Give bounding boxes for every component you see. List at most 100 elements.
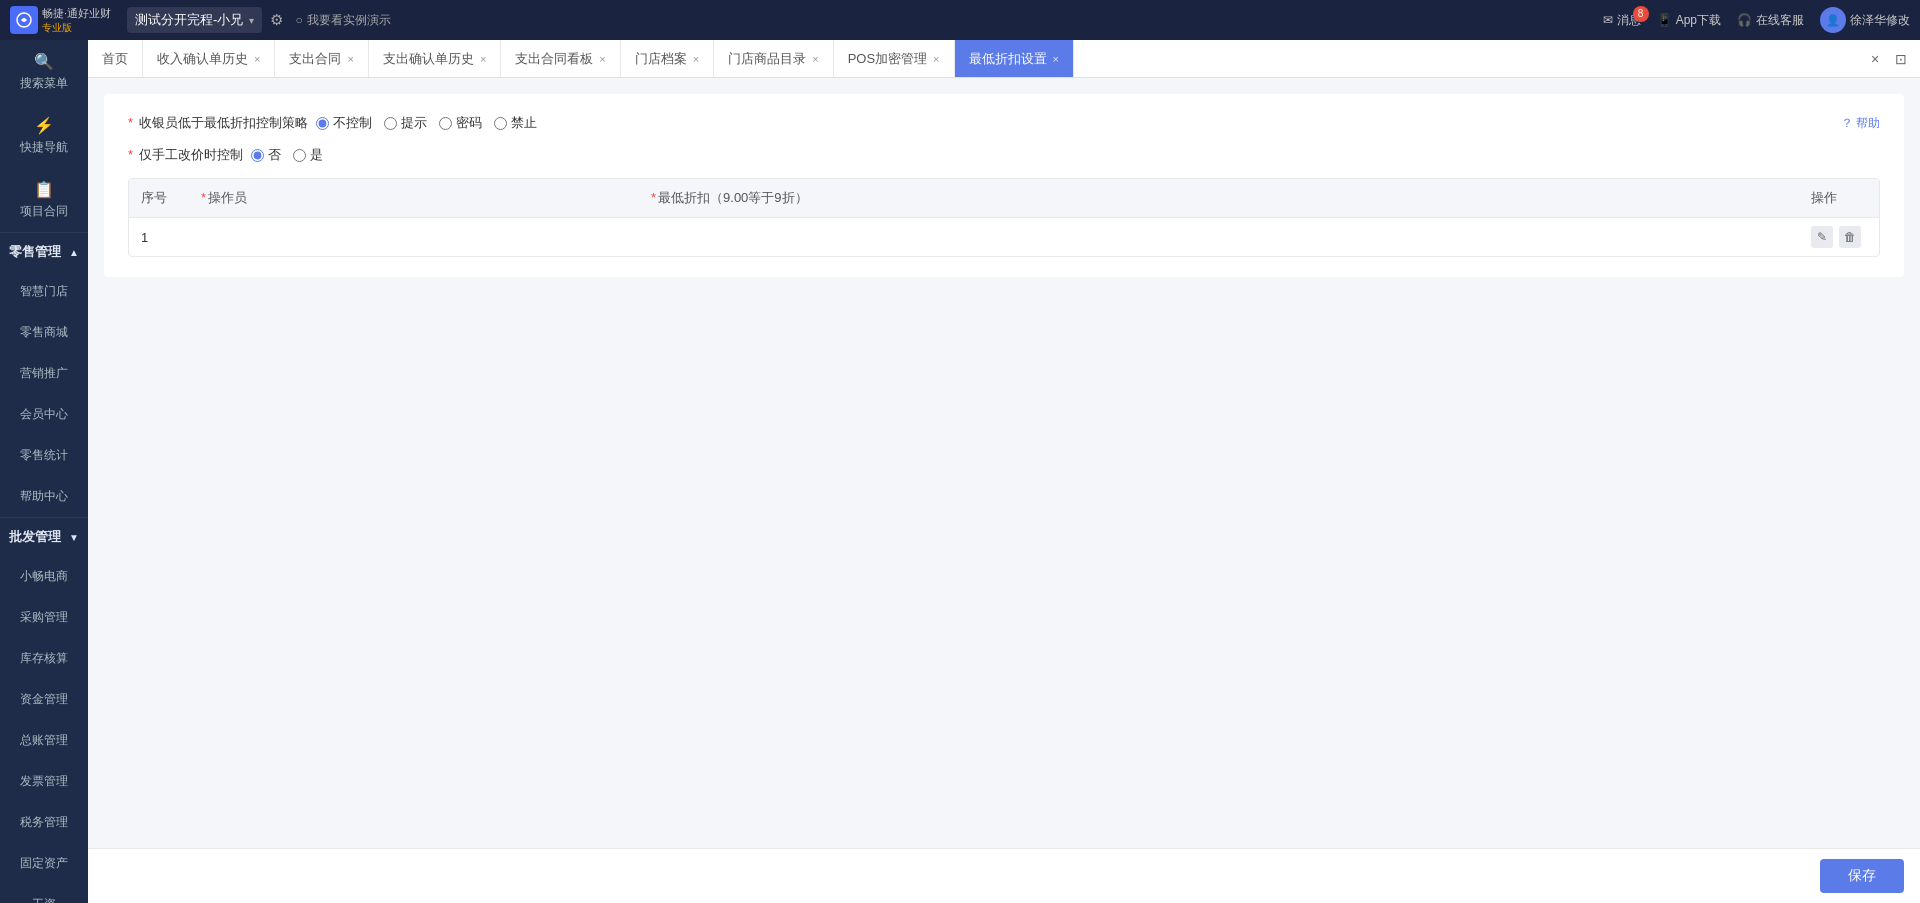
sidebar-label-finance: 资金管理 (20, 691, 68, 708)
sidebar-item-smart-store[interactable]: 智慧门店 (0, 271, 88, 312)
sidebar-item-shortcut[interactable]: ⚡ 快捷导航 (0, 104, 88, 168)
radio-manual-no[interactable]: 否 (251, 146, 281, 164)
sidebar-label-retail-stats: 零售统计 (20, 447, 68, 464)
radio-forbid[interactable]: 禁止 (494, 114, 537, 132)
tab-label-home: 首页 (102, 50, 128, 68)
col-min-discount: *最低折扣（9.00等于9折） (639, 179, 1799, 218)
chevron-down-icon: ▾ (249, 15, 254, 26)
sidebar-item-retail[interactable]: 零售管理 ▲ (0, 232, 88, 271)
sidebar-item-help[interactable]: 帮助中心 (0, 476, 88, 517)
demo-icon: ○ (295, 13, 302, 27)
user-name: 徐泽华修改 (1850, 12, 1910, 29)
tab-expand-button[interactable]: ⊡ (1890, 48, 1912, 70)
tab-pos-password[interactable]: POS加密管理 × (834, 40, 955, 78)
tab-close-min-discount[interactable]: × (1053, 53, 1059, 65)
tab-close-payment-contract[interactable]: × (347, 53, 353, 65)
page-footer: 保存 (88, 848, 1920, 903)
sidebar: 🔍 搜索菜单 ⚡ 快捷导航 📋 项目合同 零售管理 ▲ 智慧门店 零售商城 营销… (0, 40, 88, 903)
edit-button[interactable]: ✎ (1811, 226, 1833, 248)
sidebar-label-tax: 税务管理 (20, 814, 68, 831)
sidebar-item-invoice[interactable]: 发票管理 (0, 761, 88, 802)
tab-close-payment-contract-board[interactable]: × (599, 53, 605, 65)
radio-no-control[interactable]: 不控制 (316, 114, 372, 132)
tab-close-income-history[interactable]: × (254, 53, 260, 65)
tab-close-store-file[interactable]: × (693, 53, 699, 65)
sidebar-label-marketing: 营销推广 (20, 365, 68, 382)
sidebar-item-purchase[interactable]: 采购管理 (0, 597, 88, 638)
sidebar-item-ledger[interactable]: 总账管理 (0, 720, 88, 761)
online-service-button[interactable]: 🎧 在线客服 (1737, 12, 1804, 29)
tab-close-payment-confirm-history[interactable]: × (480, 53, 486, 65)
app-download-button[interactable]: 📱 App下载 (1657, 12, 1721, 29)
user-profile-button[interactable]: 👤 徐泽华修改 (1820, 7, 1910, 33)
required-marker-2: * (128, 147, 133, 162)
sidebar-item-retail-stats[interactable]: 零售统计 (0, 435, 88, 476)
delete-button[interactable]: 🗑 (1839, 226, 1861, 248)
tab-payment-contract-board[interactable]: 支出合同看板 × (501, 40, 620, 78)
radio-password[interactable]: 密码 (439, 114, 482, 132)
manual-price-label: * 仅手工改价时控制 (128, 146, 243, 164)
sidebar-label-assets: 固定资产 (20, 855, 68, 872)
save-button[interactable]: 保存 (1820, 859, 1904, 893)
tab-home[interactable]: 首页 (88, 40, 143, 78)
main-layout: 🔍 搜索菜单 ⚡ 快捷导航 📋 项目合同 零售管理 ▲ 智慧门店 零售商城 营销… (0, 40, 1920, 903)
sidebar-item-payroll[interactable]: 工资 (0, 884, 88, 903)
content-area: 首页 收入确认单历史 × 支出合同 × 支出确认单历史 × 支出合同看板 × 门… (88, 40, 1920, 903)
sidebar-item-retail-mall[interactable]: 零售商城 (0, 312, 88, 353)
tab-store-products[interactable]: 门店商品目录 × (714, 40, 833, 78)
shortcut-icon: ⚡ (34, 116, 54, 135)
tab-label-min-discount: 最低折扣设置 (969, 50, 1047, 68)
sidebar-item-assets[interactable]: 固定资产 (0, 843, 88, 884)
tab-label-store-file: 门店档案 (635, 50, 687, 68)
sidebar-label-shortcut: 快捷导航 (20, 139, 68, 156)
tab-label-store-products: 门店商品目录 (728, 50, 806, 68)
project-selector[interactable]: 测试分开完程-小兄 ▾ (127, 7, 262, 33)
tab-controls: × ⊡ (1856, 48, 1920, 70)
tab-store-file[interactable]: 门店档案 × (621, 40, 714, 78)
sidebar-label-payroll: 工资 (32, 896, 56, 903)
wholesale-arrow-icon: ▼ (69, 532, 79, 543)
sidebar-label-retail: 零售管理 (9, 243, 61, 261)
sidebar-item-search[interactable]: 🔍 搜索菜单 (0, 40, 88, 104)
tab-payment-confirm-history[interactable]: 支出确认单历史 × (369, 40, 501, 78)
tab-min-discount[interactable]: 最低折扣设置 × (955, 40, 1074, 78)
col-operator: *操作员 (189, 179, 639, 218)
discount-control-row: * 收银员低于最低折扣控制策略 不控制 提示 (128, 114, 1880, 132)
topbar-right: ✉ 消息 8 📱 App下载 🎧 在线客服 👤 徐泽华修改 (1603, 7, 1910, 33)
trash-icon: 🗑 (1844, 230, 1856, 244)
sidebar-item-ecommerce[interactable]: 小畅电商 (0, 556, 88, 597)
sidebar-item-member[interactable]: 会员中心 (0, 394, 88, 435)
tab-label-income-history: 收入确认单历史 (157, 50, 248, 68)
settings-icon[interactable]: ⚙ (270, 11, 283, 29)
col-seq: 序号 (129, 179, 189, 218)
sidebar-item-marketing[interactable]: 营销推广 (0, 353, 88, 394)
radio-remind[interactable]: 提示 (384, 114, 427, 132)
tab-close-all-button[interactable]: × (1864, 48, 1886, 70)
tab-label-payment-contract-board: 支出合同看板 (515, 50, 593, 68)
tab-payment-contract[interactable]: 支出合同 × (275, 40, 368, 78)
headset-icon: 🎧 (1737, 13, 1752, 27)
messages-button[interactable]: ✉ 消息 8 (1603, 12, 1641, 29)
tab-close-store-products[interactable]: × (812, 53, 818, 65)
sidebar-item-wholesale[interactable]: 批发管理 ▼ (0, 517, 88, 556)
sidebar-item-inventory[interactable]: 库存核算 (0, 638, 88, 679)
logo-icon (10, 6, 38, 34)
app-logo: 畅捷·通好业财 专业版 (10, 6, 111, 34)
tab-close-pos-password[interactable]: × (933, 53, 939, 65)
sidebar-item-tax[interactable]: 税务管理 (0, 802, 88, 843)
help-link[interactable]: ？ 帮助 (1841, 115, 1880, 132)
radio-manual-yes[interactable]: 是 (293, 146, 323, 164)
form-card: * 收银员低于最低折扣控制策略 不控制 提示 (104, 94, 1904, 277)
sidebar-item-finance[interactable]: 资金管理 (0, 679, 88, 720)
help-label: 帮助 (1856, 115, 1880, 132)
required-marker: * (128, 115, 133, 130)
demo-link[interactable]: ○ 我要看实例演示 (295, 12, 390, 29)
action-buttons: ✎ 🗑 (1811, 226, 1867, 248)
sidebar-label-member: 会员中心 (20, 406, 68, 423)
tab-income-history[interactable]: 收入确认单历史 × (143, 40, 275, 78)
sidebar-label-ledger: 总账管理 (20, 732, 68, 749)
sidebar-label-wholesale: 批发管理 (9, 528, 61, 546)
search-icon: 🔍 (34, 52, 54, 71)
sidebar-item-project[interactable]: 📋 项目合同 (0, 168, 88, 232)
messages-badge: 8 (1633, 6, 1649, 22)
